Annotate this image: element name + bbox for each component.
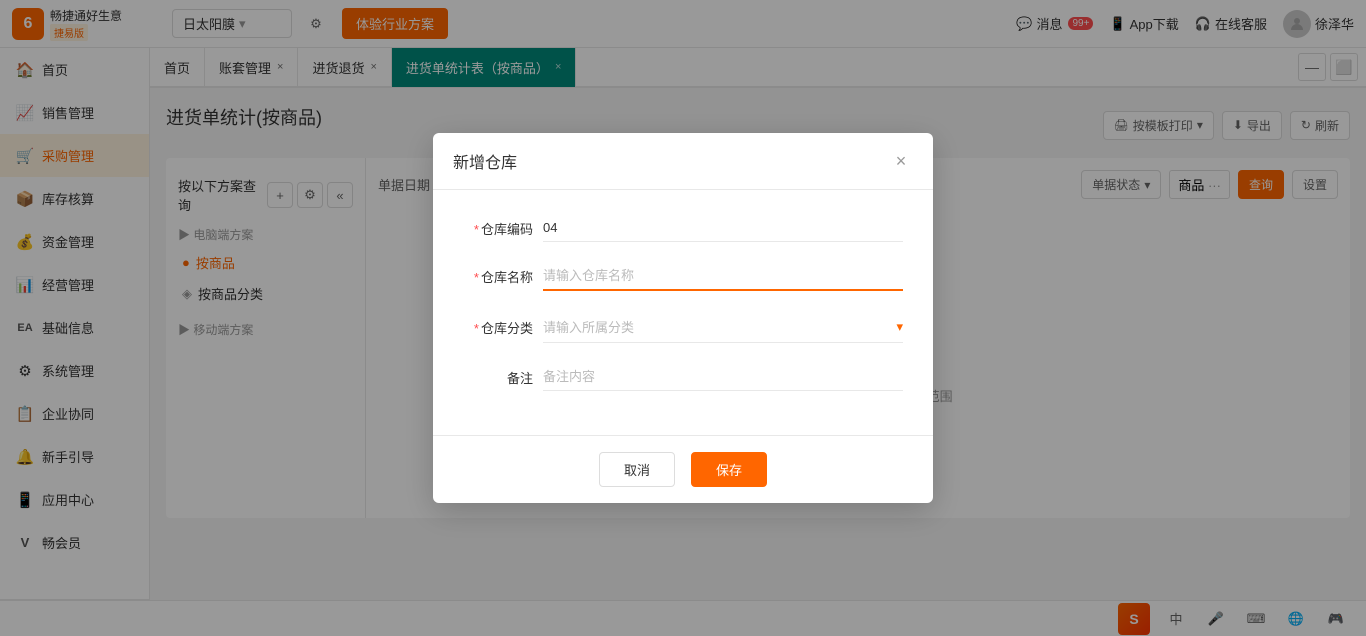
modal-close-button[interactable]: × (889, 149, 913, 173)
warehouse-note-input[interactable] (543, 363, 903, 391)
modal-overlay: 新增仓库 × 仓库编码 仓库名称 仓库分类 请输入所属分类 ▾ (0, 0, 1366, 636)
modal-body: 仓库编码 仓库名称 仓库分类 请输入所属分类 ▾ 备注 (433, 190, 933, 435)
save-button[interactable]: 保存 (691, 452, 767, 487)
warehouse-category-label: 仓库分类 (463, 318, 543, 337)
warehouse-category-row: 仓库分类 请输入所属分类 ▾ (463, 311, 903, 343)
warehouse-code-input[interactable] (543, 214, 903, 242)
warehouse-name-row: 仓库名称 (463, 262, 903, 291)
warehouse-code-row: 仓库编码 (463, 214, 903, 242)
warehouse-category-arrow: ▾ (896, 319, 903, 335)
warehouse-note-label: 备注 (463, 368, 543, 387)
cancel-button[interactable]: 取消 (599, 452, 675, 487)
warehouse-name-input[interactable] (543, 262, 903, 291)
warehouse-name-label: 仓库名称 (463, 267, 543, 286)
modal-header: 新增仓库 × (433, 133, 933, 190)
modal-title: 新增仓库 (453, 149, 517, 173)
warehouse-category-select[interactable]: 请输入所属分类 ▾ (543, 311, 903, 343)
warehouse-category-placeholder: 请输入所属分类 (543, 317, 634, 336)
warehouse-note-row: 备注 (463, 363, 903, 391)
add-warehouse-modal: 新增仓库 × 仓库编码 仓库名称 仓库分类 请输入所属分类 ▾ (433, 133, 933, 503)
warehouse-code-label: 仓库编码 (463, 219, 543, 238)
modal-footer: 取消 保存 (433, 435, 933, 503)
